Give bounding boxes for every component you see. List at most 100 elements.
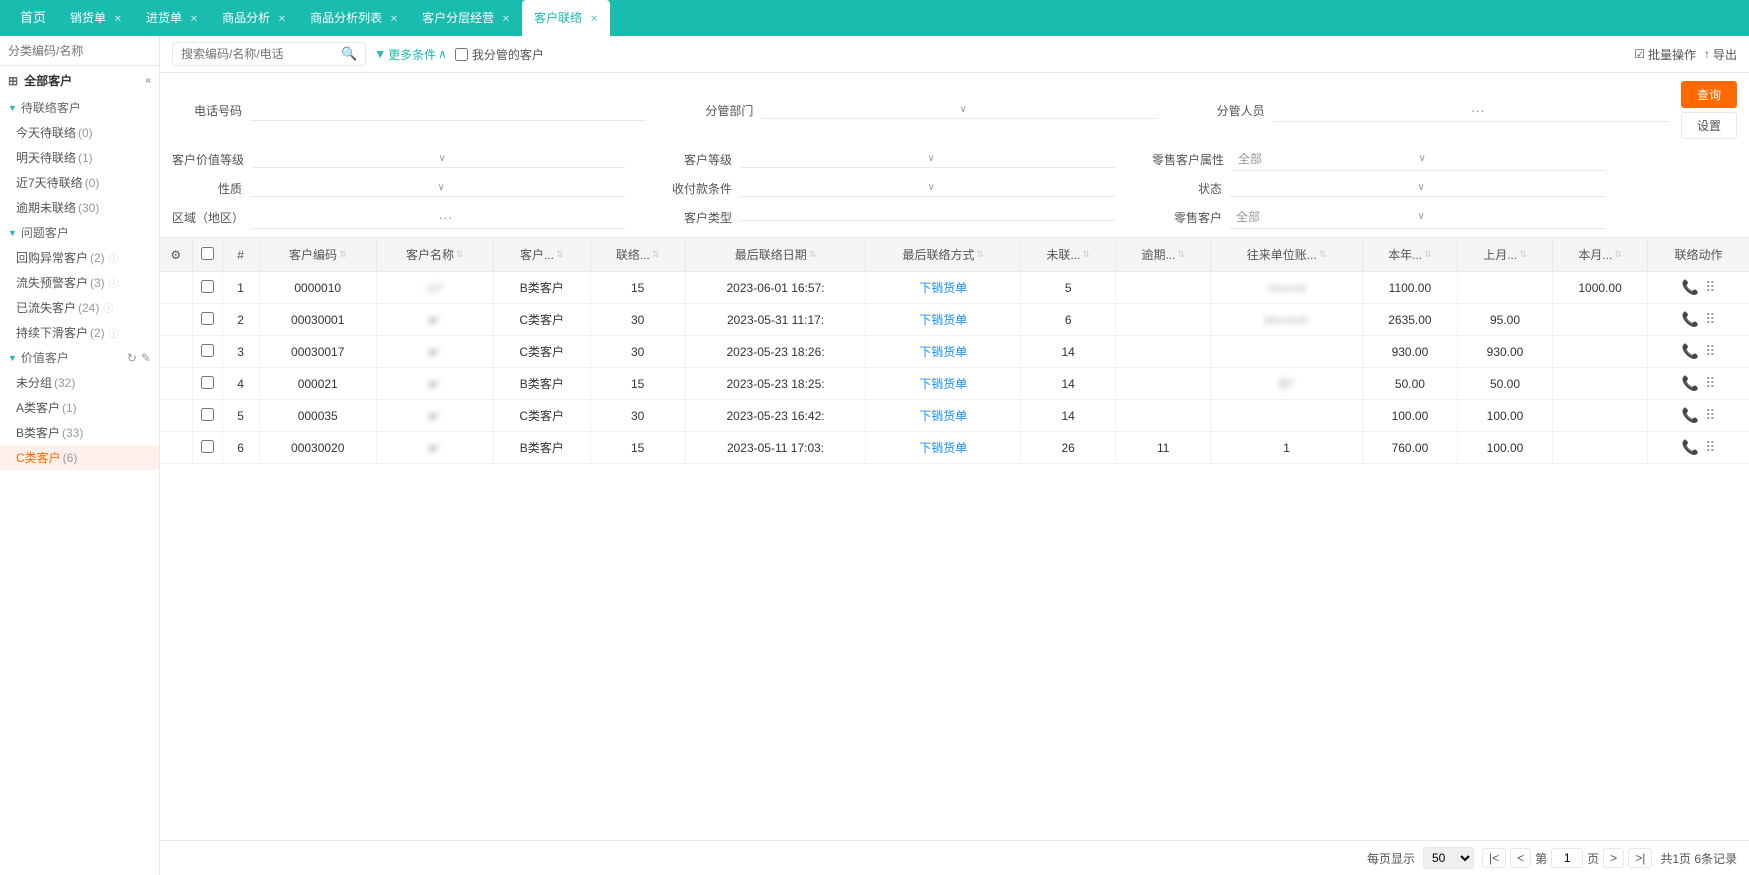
page-number-input[interactable] [1551, 848, 1583, 868]
sidebar-item-tomorrow-contact[interactable]: 明天待联络 (1) [0, 145, 159, 170]
sidebar-all-customers[interactable]: ⊞ 全部客户 « [0, 66, 159, 95]
nav-sales-order[interactable]: 销货单 ✕ [58, 0, 134, 36]
my-customers-checkbox[interactable] [455, 48, 468, 61]
contact-method-link[interactable]: 下销货单 [919, 409, 967, 423]
contact-method-link[interactable]: 下销货单 [919, 441, 967, 455]
row-checkbox-5[interactable] [201, 440, 214, 453]
filter-search-input[interactable] [181, 47, 341, 61]
th-last-contact-method[interactable]: 最后联络方式 ⇅ [866, 238, 1021, 272]
row-checkbox-1[interactable] [201, 312, 214, 325]
contact-method-link[interactable]: 下销货单 [919, 345, 967, 359]
more-action-icon[interactable]: ⠿ [1705, 375, 1715, 392]
contact-method-link[interactable]: 下销货单 [919, 281, 967, 295]
th-checkbox[interactable] [192, 238, 222, 272]
more-action-icon[interactable]: ⠿ [1705, 311, 1715, 328]
total-records-label: 共1页 6条记录 [1660, 850, 1737, 867]
retail-customer-select[interactable]: 全部 ∨ [1230, 205, 1605, 229]
edit-icon[interactable]: ✎ [141, 351, 151, 365]
row-checkbox-2[interactable] [201, 344, 214, 357]
sidebar-item-today-contact[interactable]: 今天待联络 (0) [0, 120, 159, 145]
more-action-icon[interactable]: ⠿ [1705, 439, 1715, 456]
contact-method-link[interactable]: 下销货单 [919, 313, 967, 327]
retail-attr-select[interactable]: 全部 ∨ [1232, 147, 1605, 171]
th-last-month[interactable]: 上月... ⇅ [1457, 238, 1552, 272]
th-customer-code[interactable]: 客户编码 ⇅ [259, 238, 376, 272]
filter-search-icon[interactable]: 🔍 [341, 46, 357, 62]
sidebar-item-repurchase-anomaly[interactable]: 回购异常客户 (2) ⓘ [0, 245, 159, 270]
phone-action-icon[interactable]: 📞 [1682, 343, 1699, 360]
nav-close-customer-contact[interactable]: ✕ [590, 14, 598, 25]
nav-customer-contact[interactable]: 客户联络 ✕ [522, 0, 610, 36]
status-select[interactable]: ∨ [1230, 179, 1605, 197]
sidebar-search-input[interactable] [8, 44, 160, 58]
phone-input[interactable] [250, 100, 646, 121]
sidebar-item-7days-contact[interactable]: 近7天待联络 (0) [0, 170, 159, 195]
nav-product-analysis-list[interactable]: 商品分析列表 ✕ [298, 0, 410, 36]
sidebar-item-ungrouped[interactable]: 未分组 (32) [0, 370, 159, 395]
nav-close-purchase-order[interactable]: ✕ [190, 14, 198, 25]
region-select[interactable]: ··· [252, 206, 625, 229]
phone-action-icon[interactable]: 📞 [1682, 375, 1699, 392]
cell-row3-col6: 15 [590, 368, 685, 400]
dept-select[interactable]: ∨ [761, 101, 1157, 119]
export-btn[interactable]: ↑ 导出 [1704, 46, 1737, 63]
row-checkbox-3[interactable] [201, 376, 214, 389]
phone-action-icon[interactable]: 📞 [1682, 279, 1699, 296]
per-page-select[interactable]: 50 100 200 [1423, 847, 1474, 869]
nav-customer-segmentation[interactable]: 客户分层经营 ✕ [410, 0, 522, 36]
nav-close-customer-segmentation[interactable]: ✕ [502, 14, 510, 25]
settings-button[interactable]: 设置 [1681, 112, 1737, 139]
more-action-icon[interactable]: ⠿ [1705, 407, 1715, 424]
query-button[interactable]: 查询 [1681, 81, 1737, 108]
phone-action-icon[interactable]: 📞 [1682, 439, 1699, 456]
customer-type-select[interactable] [740, 214, 1115, 221]
nav-close-sales-order[interactable]: ✕ [114, 14, 122, 25]
nav-close-product-analysis-list[interactable]: ✕ [390, 14, 398, 25]
phone-action-icon[interactable]: 📞 [1682, 407, 1699, 424]
payment-select[interactable]: ∨ [740, 179, 1115, 197]
refresh-icon[interactable]: ↻ [127, 351, 137, 365]
sidebar-item-churn-warning[interactable]: 流失预警客户 (3) ⓘ [0, 270, 159, 295]
th-this-year[interactable]: 本年... ⇅ [1362, 238, 1457, 272]
ellipsis-icon-2[interactable]: ··· [435, 209, 620, 225]
gender-select[interactable]: ∨ [250, 179, 625, 197]
sidebar-item-churned[interactable]: 已流失客户 (24) ⓘ [0, 295, 159, 320]
sidebar-item-class-b[interactable]: B类客户 (33) [0, 420, 159, 445]
th-unlinking-days[interactable]: 未联... ⇅ [1021, 238, 1116, 272]
sidebar-item-class-c[interactable]: C类客户 (6) [0, 445, 159, 470]
contact-method-link[interactable]: 下销货单 [919, 377, 967, 391]
more-action-icon[interactable]: ⠿ [1705, 343, 1715, 360]
nav-purchase-order[interactable]: 进货单 ✕ [134, 0, 210, 36]
nav-close-product-analysis[interactable]: ✕ [278, 14, 286, 25]
cell-row5-col15: 📞⠿ [1648, 432, 1749, 464]
manager-select[interactable]: ··· [1273, 99, 1669, 122]
sidebar-item-overdue-contact[interactable]: 逾期未联络 (30) [0, 195, 159, 220]
ellipsis-icon-1[interactable]: ··· [1467, 102, 1663, 118]
customer-value-level-select[interactable]: ∨ [252, 150, 625, 168]
th-this-month[interactable]: 本月... ⇅ [1553, 238, 1648, 272]
th-customer-name[interactable]: 客户名称 ⇅ [376, 238, 493, 272]
last-page-btn[interactable]: >| [1628, 848, 1652, 868]
row-checkbox-0[interactable] [201, 280, 214, 293]
next-page-btn[interactable]: > [1603, 848, 1624, 868]
prev-page-btn[interactable]: < [1510, 848, 1531, 868]
select-all-checkbox[interactable] [201, 247, 214, 260]
first-page-btn[interactable]: |< [1482, 848, 1506, 868]
nav-home[interactable]: 首页 [8, 0, 58, 36]
th-overdue[interactable]: 逾期... ⇅ [1116, 238, 1211, 272]
customer-level-select[interactable]: ∨ [740, 150, 1115, 168]
cell-row5-col9: 26 [1021, 432, 1116, 464]
sidebar-item-declining[interactable]: 持续下滑客户 (2) ⓘ [0, 320, 159, 345]
th-customer-type[interactable]: 客户... ⇅ [493, 238, 590, 272]
row-checkbox-4[interactable] [201, 408, 214, 421]
th-settings[interactable]: ⚙ [160, 238, 192, 272]
more-conditions-btn[interactable]: ▼ 更多条件 ∧ [374, 46, 447, 63]
batch-operation-btn[interactable]: ☑ 批量操作 [1634, 46, 1696, 63]
th-last-contact-date[interactable]: 最后联络日期 ⇅ [685, 238, 866, 272]
more-action-icon[interactable]: ⠿ [1705, 279, 1715, 296]
th-contact-days[interactable]: 联络... ⇅ [590, 238, 685, 272]
phone-action-icon[interactable]: 📞 [1682, 311, 1699, 328]
th-account[interactable]: 往来单位账... ⇅ [1211, 238, 1363, 272]
nav-product-analysis[interactable]: 商品分析 ✕ [210, 0, 298, 36]
sidebar-item-class-a[interactable]: A类客户 (1) [0, 395, 159, 420]
